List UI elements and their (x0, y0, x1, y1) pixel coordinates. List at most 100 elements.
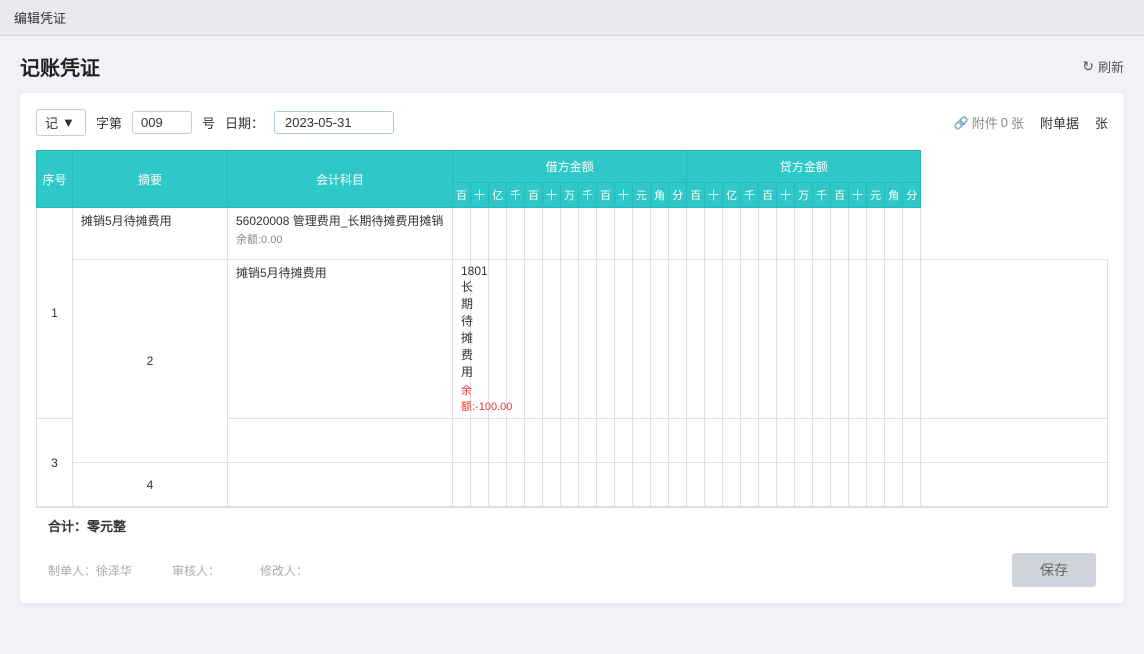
credit-cell[interactable] (795, 208, 813, 260)
debit-cell[interactable] (471, 260, 489, 419)
debit-cell[interactable] (507, 419, 525, 463)
credit-cell[interactable] (867, 419, 885, 463)
credit-cell[interactable] (759, 419, 777, 463)
debit-cell[interactable] (615, 419, 633, 463)
credit-cell[interactable] (795, 260, 813, 419)
debit-cell[interactable] (525, 463, 543, 507)
credit-cell[interactable] (777, 419, 795, 463)
debit-cell[interactable] (651, 463, 669, 507)
credit-cell[interactable] (921, 419, 1108, 463)
credit-cell[interactable] (921, 463, 1108, 507)
debit-cell[interactable] (543, 419, 561, 463)
credit-cell[interactable] (705, 208, 723, 260)
credit-cell[interactable] (759, 260, 777, 419)
credit-cell[interactable] (885, 419, 903, 463)
credit-cell[interactable] (741, 208, 759, 260)
credit-cell[interactable] (759, 463, 777, 507)
credit-cell[interactable] (723, 463, 741, 507)
save-button[interactable]: 保存 (1012, 553, 1096, 587)
credit-cell[interactable] (849, 419, 867, 463)
attachment-link[interactable]: 🔗 附件 0 张 (954, 113, 1024, 132)
debit-cell[interactable] (543, 463, 561, 507)
credit-cell[interactable] (777, 463, 795, 507)
row-summary[interactable]: 摊销5月待摊费用 (228, 260, 453, 419)
debit-cell[interactable] (633, 419, 651, 463)
credit-cell[interactable] (831, 419, 849, 463)
credit-cell[interactable] (849, 463, 867, 507)
debit-cell[interactable] (615, 463, 633, 507)
credit-cell[interactable] (777, 208, 795, 260)
debit-cell[interactable] (471, 419, 489, 463)
debit-cell[interactable] (633, 260, 651, 419)
debit-cell[interactable] (597, 463, 615, 507)
debit-cell[interactable] (687, 419, 705, 463)
debit-cell[interactable] (453, 208, 471, 260)
debit-cell[interactable] (489, 463, 507, 507)
credit-cell[interactable] (723, 419, 741, 463)
debit-cell[interactable] (507, 208, 525, 260)
credit-cell[interactable] (831, 260, 849, 419)
debit-cell[interactable] (615, 208, 633, 260)
debit-cell[interactable] (561, 260, 579, 419)
debit-cell[interactable] (561, 208, 579, 260)
credit-cell[interactable] (741, 260, 759, 419)
row-account[interactable]: 56020008 管理费用_长期待摊费用摊销余额:0.00 (228, 208, 453, 260)
debit-cell[interactable] (489, 260, 507, 419)
refresh-button[interactable]: ↻ 刷新 (1082, 57, 1124, 76)
debit-cell[interactable] (561, 419, 579, 463)
debit-cell[interactable] (687, 260, 705, 419)
debit-cell[interactable] (525, 419, 543, 463)
row-summary[interactable] (228, 463, 453, 507)
credit-cell[interactable] (759, 208, 777, 260)
debit-cell[interactable] (579, 419, 597, 463)
debit-cell[interactable] (525, 208, 543, 260)
row-account[interactable]: 1801 长期待摊费用余额:-100.00 (453, 260, 471, 419)
debit-cell[interactable] (489, 419, 507, 463)
credit-cell[interactable] (867, 260, 885, 419)
debit-cell[interactable] (669, 419, 687, 463)
debit-cell[interactable] (579, 208, 597, 260)
row-account[interactable] (453, 419, 471, 463)
debit-cell[interactable] (597, 260, 615, 419)
credit-cell[interactable] (831, 463, 849, 507)
debit-cell[interactable] (651, 419, 669, 463)
debit-cell[interactable] (489, 208, 507, 260)
debit-cell[interactable] (669, 463, 687, 507)
debit-cell[interactable] (579, 463, 597, 507)
credit-cell[interactable] (705, 419, 723, 463)
debit-cell[interactable] (633, 463, 651, 507)
credit-cell[interactable] (885, 260, 903, 419)
credit-cell[interactable] (723, 208, 741, 260)
credit-cell[interactable] (921, 260, 1108, 419)
credit-cell[interactable] (741, 419, 759, 463)
debit-cell[interactable] (651, 260, 669, 419)
credit-cell[interactable] (903, 463, 921, 507)
credit-cell[interactable] (867, 463, 885, 507)
row-account[interactable] (453, 463, 471, 507)
credit-cell[interactable] (903, 260, 921, 419)
debit-cell[interactable] (579, 260, 597, 419)
debit-cell[interactable] (525, 260, 543, 419)
row-summary[interactable] (228, 419, 453, 463)
debit-cell[interactable] (687, 463, 705, 507)
debit-cell[interactable] (633, 208, 651, 260)
debit-cell[interactable] (543, 260, 561, 419)
debit-cell[interactable] (669, 208, 687, 260)
credit-cell[interactable] (813, 260, 831, 419)
debit-cell[interactable] (543, 208, 561, 260)
credit-cell[interactable] (849, 208, 867, 260)
debit-cell[interactable] (651, 208, 669, 260)
debit-cell[interactable] (507, 463, 525, 507)
debit-cell[interactable] (597, 208, 615, 260)
debit-cell[interactable] (507, 260, 525, 419)
credit-cell[interactable] (795, 463, 813, 507)
credit-cell[interactable] (705, 463, 723, 507)
credit-cell[interactable] (813, 463, 831, 507)
credit-cell[interactable] (903, 208, 921, 260)
debit-cell[interactable] (615, 260, 633, 419)
credit-cell[interactable] (813, 419, 831, 463)
type-select[interactable]: 记 ▼ (36, 109, 86, 136)
debit-cell[interactable] (561, 463, 579, 507)
credit-cell[interactable] (687, 208, 705, 260)
date-input[interactable] (274, 111, 394, 134)
